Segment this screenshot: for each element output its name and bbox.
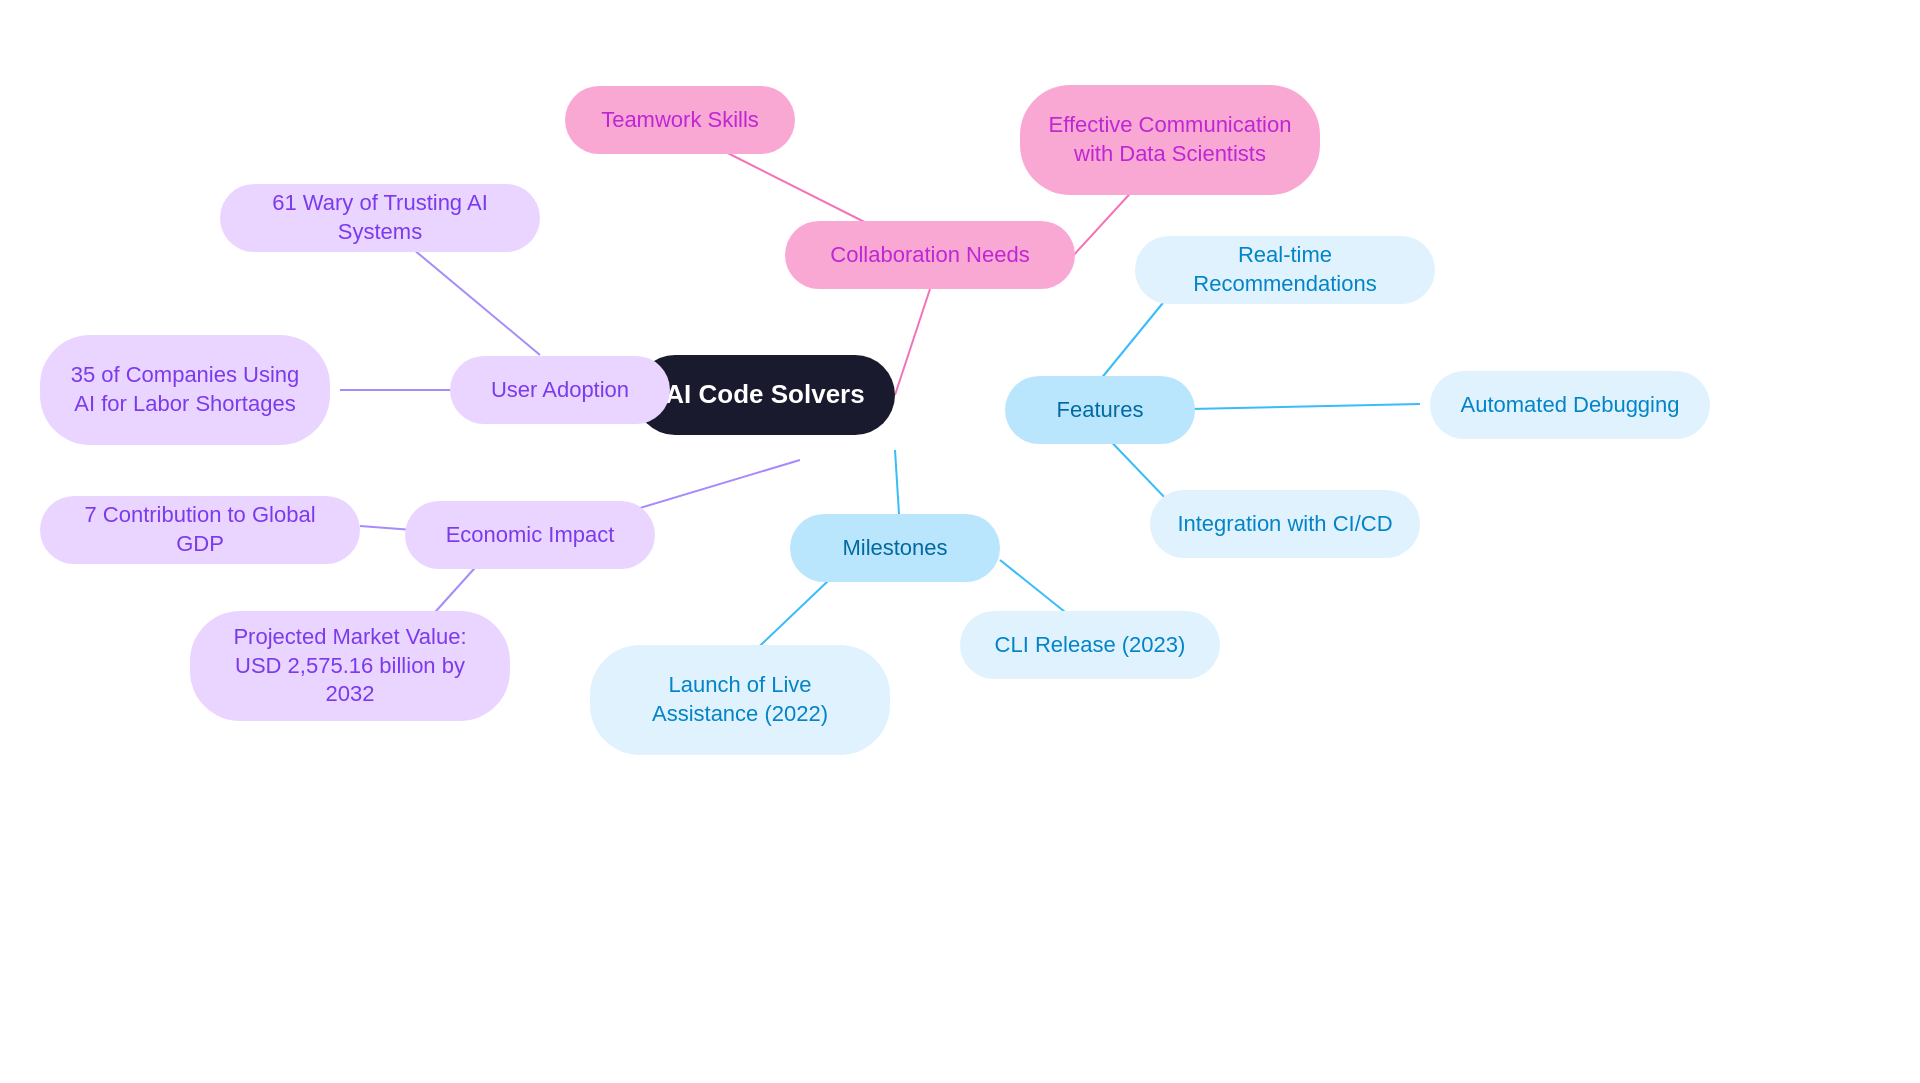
projected-market-node: Projected Market Value: USD 2,575.16 bil…	[190, 611, 510, 721]
svg-line-9	[1190, 404, 1420, 409]
user-adoption-node: User Adoption	[450, 356, 670, 424]
economic-impact-node: Economic Impact	[405, 501, 655, 569]
launch-live-node: Launch of Live Assistance (2022)	[590, 645, 890, 755]
svg-line-0	[895, 289, 930, 395]
integration-cicd-node: Integration with CI/CD	[1150, 490, 1420, 558]
features-node: Features	[1005, 376, 1195, 444]
companies-labor-node: 35 of Companies Using AI for Labor Short…	[40, 335, 330, 445]
contribution-gdp-node: 7 Contribution to Global GDP	[40, 496, 360, 564]
realtime-recommendations-node: Real-time Recommendations	[1135, 236, 1435, 304]
wary-trusting-node: 61 Wary of Trusting AI Systems	[220, 184, 540, 252]
collaboration-needs-node: Collaboration Needs	[785, 221, 1075, 289]
svg-line-4	[395, 234, 540, 355]
cli-release-node: CLI Release (2023)	[960, 611, 1220, 679]
effective-communication-node: Effective Communication with Data Scient…	[1020, 85, 1320, 195]
milestones-node: Milestones	[790, 514, 1000, 582]
center-node: AI Code Solvers	[635, 355, 895, 435]
teamwork-skills-node: Teamwork Skills	[565, 86, 795, 154]
automated-debugging-node: Automated Debugging	[1430, 371, 1710, 439]
